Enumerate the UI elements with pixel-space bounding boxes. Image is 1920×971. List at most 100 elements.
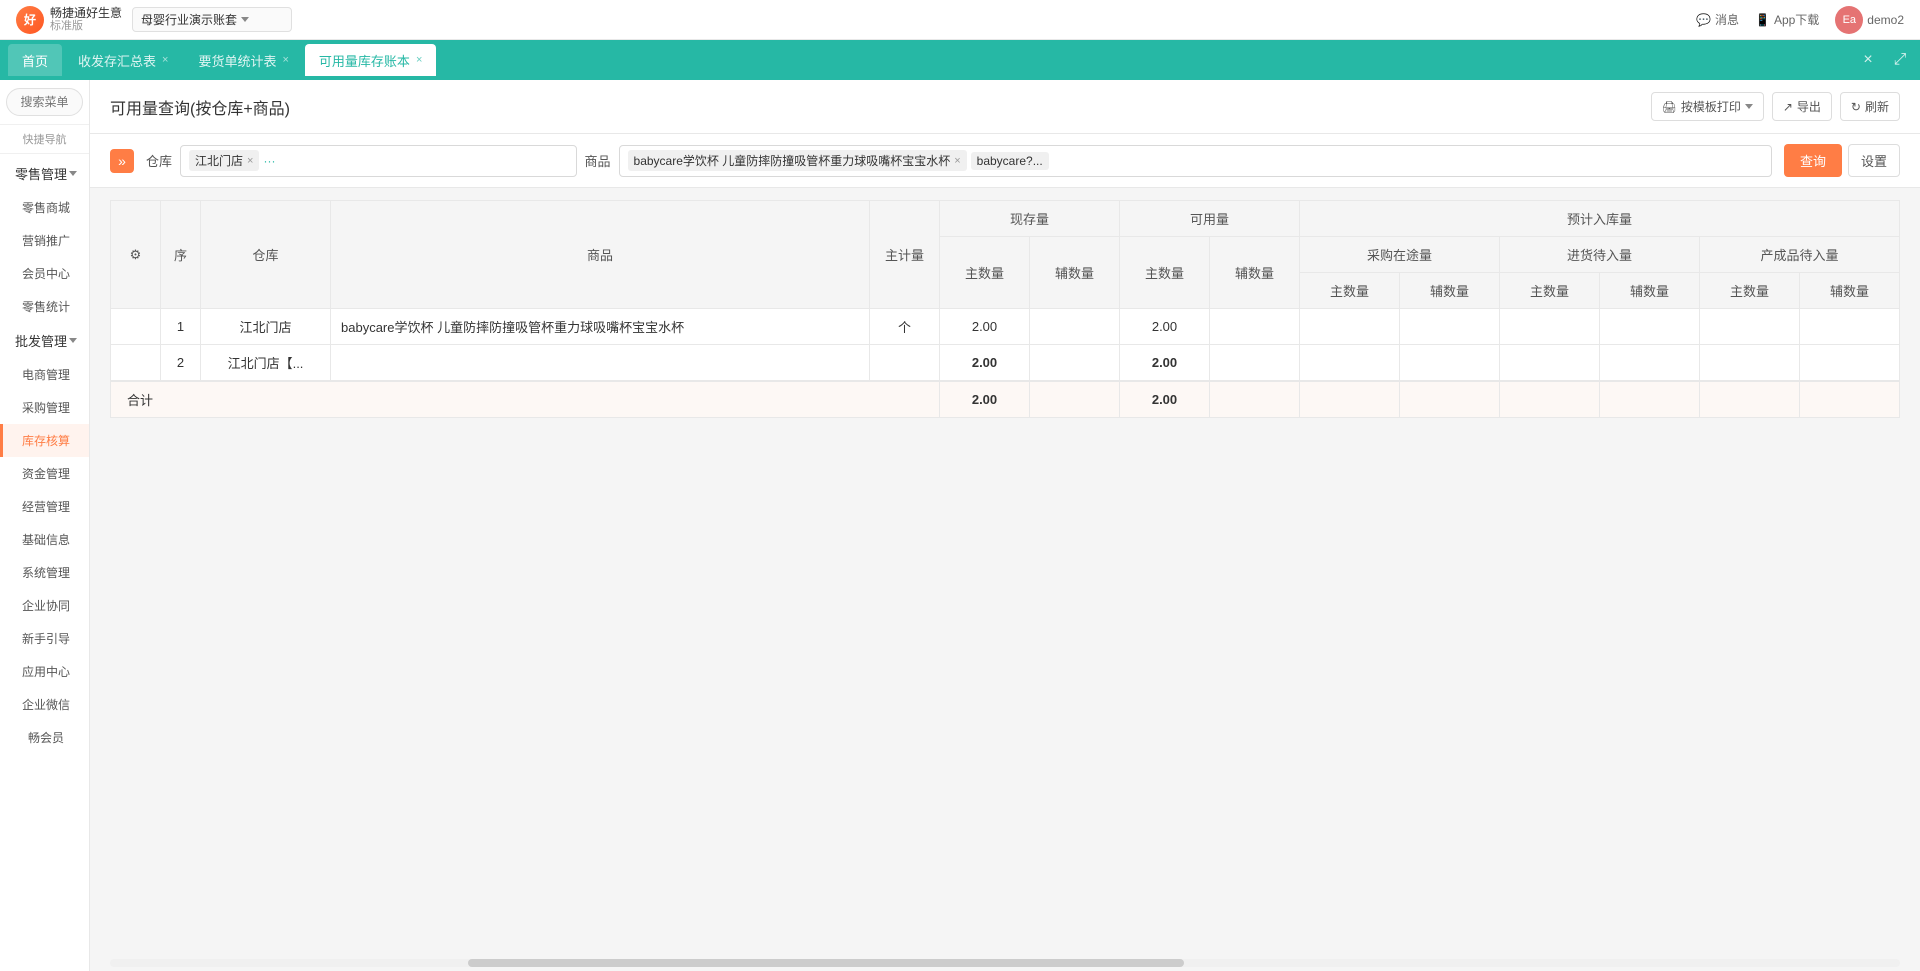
cell-stock-main-1: 2.00 <box>940 309 1030 345</box>
refresh-button[interactable]: ↻ 刷新 <box>1840 92 1900 121</box>
close-icon[interactable]: × <box>954 155 960 167</box>
cell-avail-aux-2 <box>1210 345 1300 382</box>
chevron-down-icon <box>69 338 77 343</box>
download-icon: 📱 <box>1755 13 1770 27</box>
cell-pur-aux-2 <box>1400 345 1500 382</box>
sidebar-item-tongji[interactable]: 零售统计 <box>0 290 89 323</box>
scroll-thumb[interactable] <box>468 959 1184 967</box>
page-header-actions: 🖨 按模板打印 ↗ 导出 ↻ 刷新 <box>1651 92 1900 133</box>
chevron-down-icon <box>241 17 249 22</box>
sidebar-item-caigou[interactable]: 采购管理 <box>0 391 89 424</box>
export-button[interactable]: ↗ 导出 <box>1772 92 1832 121</box>
cell-inc-main-2 <box>1500 345 1600 382</box>
expand-button[interactable]: ⤢ <box>1888 48 1912 72</box>
th-purchase-aux: 辅数量 <box>1400 273 1500 309</box>
logo-area: 好 畅捷通好生意 标准版 <box>16 6 122 34</box>
th-available-main: 主数量 <box>1120 237 1210 309</box>
sidebar-item-lingxiao-mall[interactable]: 零售商城 <box>0 191 89 224</box>
sidebar-item-lingxiao[interactable]: 零售管理 <box>0 156 89 191</box>
sidebar-item-qiye[interactable]: 企业协同 <box>0 589 89 622</box>
th-warehouse: 仓库 <box>201 201 331 309</box>
table-row: 1 江北门店 babycare学饮杯 儿童防摔防撞吸管杯重力球吸嘴杯宝宝水杯 个… <box>111 309 1900 345</box>
sidebar-item-xinshou[interactable]: 新手引导 <box>0 622 89 655</box>
refresh-icon: ↻ <box>1851 100 1861 114</box>
chevron-down-icon <box>1745 104 1753 109</box>
chevron-down-icon <box>69 171 77 176</box>
tab-shoufacun[interactable]: 收发存汇总表 × <box>64 44 182 76</box>
sidebar-item-yingxiao[interactable]: 营销推广 <box>0 224 89 257</box>
cell-prod-main-1 <box>1700 309 1800 345</box>
cell-stock-aux-1 <box>1030 309 1120 345</box>
tab-keyongliang[interactable]: 可用量库存账本 × <box>305 44 436 76</box>
cell-unit-2 <box>870 345 940 382</box>
product-label: 商品 <box>585 151 611 170</box>
close-icon[interactable]: × <box>416 54 422 66</box>
footer-prod-aux <box>1800 381 1900 418</box>
cell-pur-aux-1 <box>1400 309 1500 345</box>
product-tag-1: babycare?... <box>971 152 1049 170</box>
th-purchase-main: 主数量 <box>1300 273 1400 309</box>
filter-expand-button[interactable]: » <box>110 149 134 173</box>
page-header: 可用量查询(按仓库+商品) 🖨 按模板打印 ↗ 导出 ↻ 刷新 <box>90 80 1920 134</box>
th-seq: 序 <box>161 201 201 309</box>
org-selector[interactable]: 母婴行业演示账套 <box>132 7 292 32</box>
product-filter-input[interactable]: babycare学饮杯 儿童防摔防撞吸管杯重力球吸嘴杯宝宝水杯 × babyca… <box>619 145 1772 177</box>
footer-pur-main <box>1300 381 1400 418</box>
close-icon[interactable]: × <box>162 54 168 66</box>
footer-label: 合计 <box>111 381 940 418</box>
cell-prod-aux-2 <box>1800 345 1900 382</box>
close-all-button[interactable]: × <box>1856 48 1880 72</box>
tab-yaohuodan[interactable]: 要货单统计表 × <box>184 44 302 76</box>
sidebar: 快捷导航 零售管理 零售商城 营销推广 会员中心 零售统计 批发管理 电商管理 … <box>0 80 90 971</box>
sidebar-item-dianshang[interactable]: 电商管理 <box>0 358 89 391</box>
filter-area: » 仓库 江北门店 × ··· 商品 babycare学饮杯 儿童防摔防撞吸管杯… <box>90 134 1920 188</box>
th-stock-aux: 辅数量 <box>1030 237 1120 309</box>
th-incoming-aux: 辅数量 <box>1600 273 1700 309</box>
cell-seq-2: 2 <box>161 345 201 382</box>
sidebar-item-huiyuan[interactable]: 会员中心 <box>0 257 89 290</box>
cell-product-2 <box>331 345 870 382</box>
search-input[interactable] <box>6 88 83 116</box>
th-available-aux: 辅数量 <box>1210 237 1300 309</box>
filter-group: 仓库 江北门店 × ··· 商品 babycare学饮杯 儿童防摔防撞吸管杯重力… <box>146 145 1772 177</box>
footer-avail-aux <box>1210 381 1300 418</box>
warehouse-filter-input[interactable]: 江北门店 × ··· <box>180 145 576 177</box>
sidebar-nav-label[interactable]: 快捷导航 <box>0 125 89 151</box>
close-icon[interactable]: × <box>247 155 253 167</box>
sidebar-item-xitong[interactable]: 系统管理 <box>0 556 89 589</box>
sidebar-item-pifa[interactable]: 批发管理 <box>0 323 89 358</box>
sidebar-item-changyuan[interactable]: 畅会员 <box>0 721 89 754</box>
th-available-group: 可用量 <box>1120 201 1300 237</box>
more-indicator: ··· <box>263 154 275 168</box>
download-action[interactable]: 📱 App下载 <box>1755 11 1819 28</box>
sidebar-item-qiyeweixin[interactable]: 企业微信 <box>0 688 89 721</box>
setting-button[interactable]: 设置 <box>1848 144 1900 177</box>
print-button[interactable]: 🖨 按模板打印 <box>1651 92 1764 121</box>
top-bar-left: 好 畅捷通好生意 标准版 母婴行业演示账套 <box>16 6 292 34</box>
header-row-1: ⚙ 序 仓库 商品 主计量 现存量 可用量 预计入库量 <box>111 201 1900 237</box>
message-action[interactable]: 💬 消息 <box>1696 11 1739 28</box>
cell-prod-main-2 <box>1700 345 1800 382</box>
horizontal-scrollbar[interactable] <box>110 959 1900 967</box>
th-settings[interactable]: ⚙ <box>111 201 161 309</box>
tab-home[interactable]: 首页 <box>8 44 62 76</box>
data-table: ⚙ 序 仓库 商品 主计量 现存量 可用量 预计入库量 主数量 辅数量 主数量 <box>110 200 1900 418</box>
query-button[interactable]: 查询 <box>1784 144 1842 177</box>
close-icon[interactable]: × <box>282 54 288 66</box>
main-layout: 快捷导航 零售管理 零售商城 营销推广 会员中心 零售统计 批发管理 电商管理 … <box>0 80 1920 971</box>
cell-avail-main-2: 2.00 <box>1120 345 1210 382</box>
product-tag-0: babycare学饮杯 儿童防摔防撞吸管杯重力球吸嘴杯宝宝水杯 × <box>628 150 967 171</box>
footer-prod-main <box>1700 381 1800 418</box>
cell-inc-aux-1 <box>1600 309 1700 345</box>
sidebar-item-kucun[interactable]: 库存核算 <box>0 424 89 457</box>
sidebar-item-jingying[interactable]: 经营管理 <box>0 490 89 523</box>
sidebar-item-yingyong[interactable]: 应用中心 <box>0 655 89 688</box>
expand-icon: » <box>118 153 126 169</box>
table-area: ⚙ 序 仓库 商品 主计量 现存量 可用量 预计入库量 主数量 辅数量 主数量 <box>90 188 1920 955</box>
message-icon: 💬 <box>1696 13 1711 27</box>
th-forecast-group: 预计入库量 <box>1300 201 1900 237</box>
user-action[interactable]: Ea demo2 <box>1835 6 1904 34</box>
sidebar-item-zijin[interactable]: 资金管理 <box>0 457 89 490</box>
sidebar-item-jichuxinxi[interactable]: 基础信息 <box>0 523 89 556</box>
th-incoming-group: 进货待入量 <box>1500 237 1700 273</box>
